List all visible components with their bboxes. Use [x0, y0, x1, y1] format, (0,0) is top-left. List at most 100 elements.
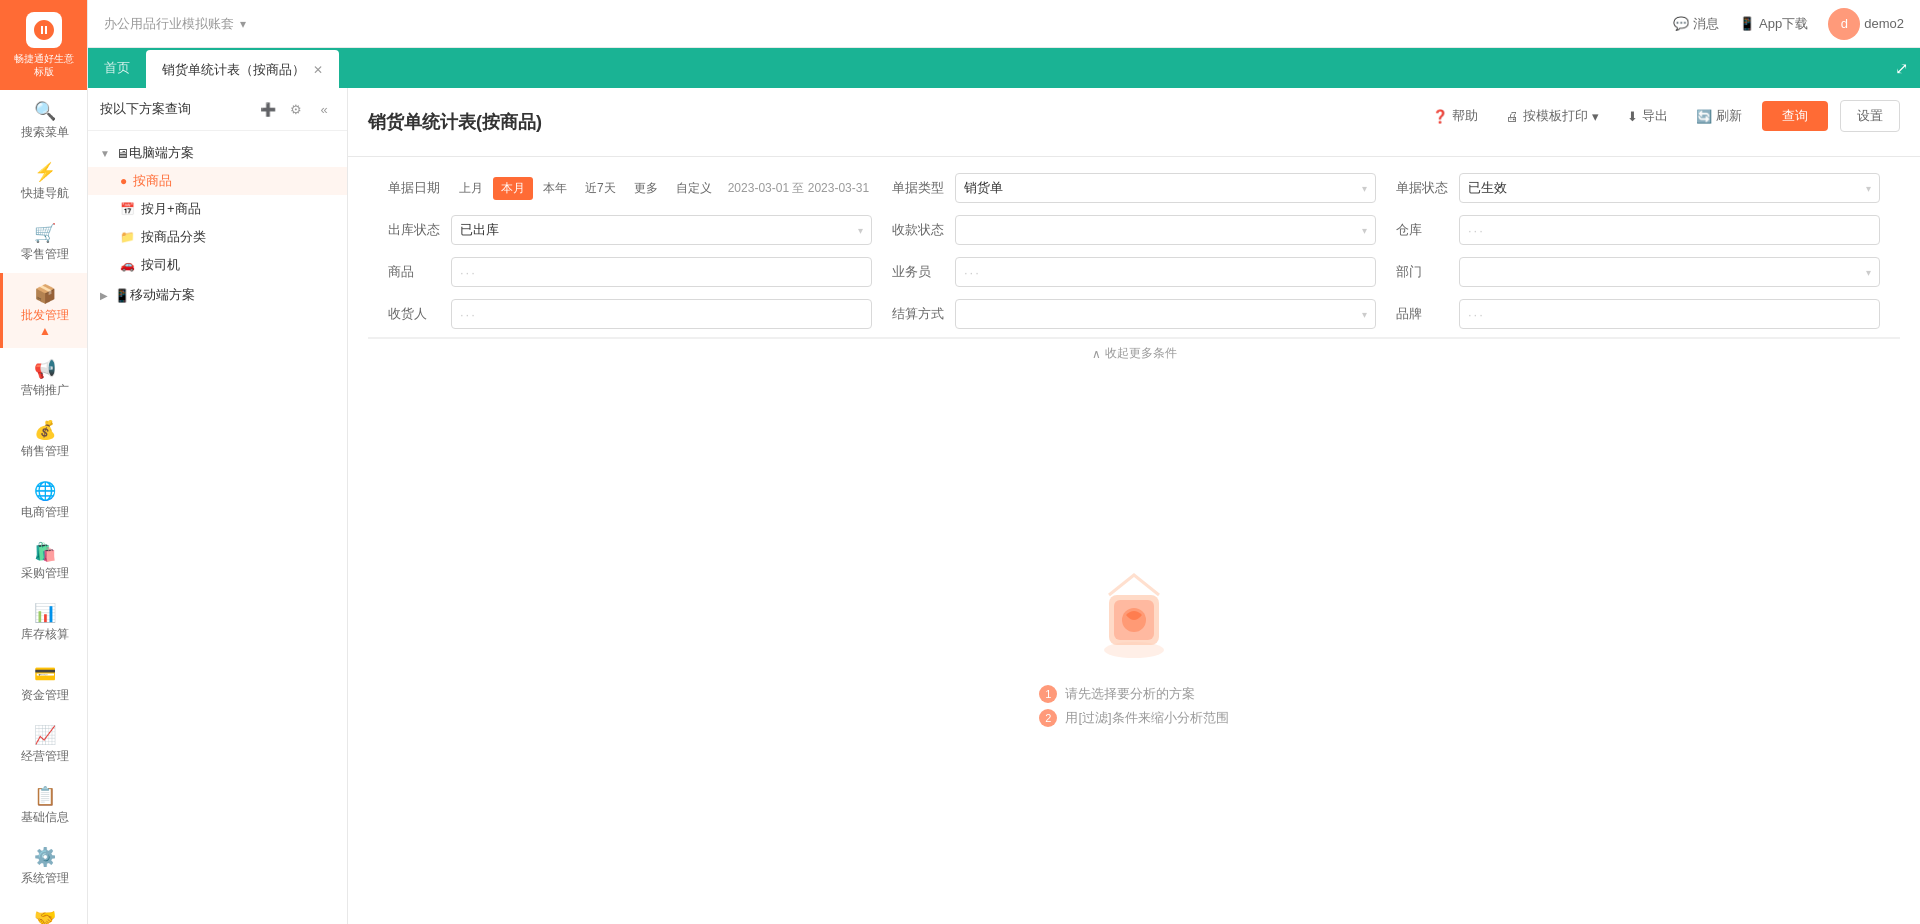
sidebar-item-sales[interactable]: 💰 销售管理: [0, 409, 87, 470]
receiptstatus-input[interactable]: ▾: [955, 215, 1376, 245]
query-button[interactable]: 查询: [1762, 101, 1828, 131]
date-tab-lastmonth[interactable]: 上月: [451, 177, 491, 200]
receiver-input[interactable]: ···: [451, 299, 872, 329]
sidebar-label-purchase: 采购管理: [21, 565, 69, 582]
sidebar-item-corp[interactable]: 🤝 企业协同: [0, 897, 87, 924]
tab-close-icon[interactable]: ✕: [313, 63, 323, 77]
outstatus-arrow-icon: ▾: [858, 225, 863, 236]
sidebar-item-quick[interactable]: ⚡ 快捷导航: [0, 151, 87, 212]
print-label: 按模板打印: [1523, 107, 1588, 125]
sidebar-item-marketing[interactable]: 📢 营销推广: [0, 348, 87, 409]
user-info[interactable]: d demo2: [1828, 8, 1904, 40]
collapse-panel-btn[interactable]: «: [313, 98, 335, 120]
wholesale-icon: 📦: [34, 283, 56, 305]
tree-expand-icon: ▼: [100, 148, 110, 159]
tree-group-mobile-header[interactable]: ▶ 📱 移动端方案: [88, 281, 347, 309]
print-btn[interactable]: 🖨 按模板打印 ▾: [1498, 103, 1607, 129]
logo-subtitle: 标版: [34, 65, 54, 78]
settings-icon: ⚙: [290, 102, 302, 117]
product-input[interactable]: ···: [451, 257, 872, 287]
settings-button[interactable]: 设置: [1840, 100, 1900, 132]
sidebar-item-wholesale[interactable]: 📦 批发管理 ▲: [0, 273, 87, 348]
sidebar-item-retail[interactable]: 🛒 零售管理: [0, 212, 87, 273]
tree-group-desktop-header[interactable]: ▼ 🖥 电脑端方案: [88, 139, 347, 167]
sidebar-item-ecom[interactable]: 🌐 电商管理: [0, 470, 87, 531]
salesperson-input[interactable]: ···: [955, 257, 1376, 287]
filter-row-salesperson: 业务员 ···: [892, 257, 1376, 287]
date-tab-thisyear[interactable]: 本年: [535, 177, 575, 200]
collapse-chevron-icon: ∧: [1092, 347, 1101, 361]
department-arrow-icon: ▾: [1866, 267, 1871, 278]
tree-group-mobile-label: 移动端方案: [130, 286, 195, 304]
brand-input[interactable]: ···: [1459, 299, 1880, 329]
quick-icon: ⚡: [34, 161, 56, 183]
salesperson-label: 业务员: [892, 263, 947, 281]
app-download-btn[interactable]: 📱 App下载: [1739, 15, 1808, 33]
sales-icon: 💰: [34, 419, 56, 441]
sidebar-item-basic[interactable]: 📋 基础信息: [0, 775, 87, 836]
message-label: 消息: [1693, 15, 1719, 33]
filter-row-receiptstatus: 收款状态 ▾: [892, 215, 1376, 245]
tree-item-by-month-label: 按月+商品: [141, 200, 201, 218]
help-btn[interactable]: ❓ 帮助: [1424, 103, 1486, 129]
filter-grid: 单据日期 上月 本月 本年 近7天 更多 自定义 2023-03-01 至 20…: [368, 157, 1900, 338]
doctype-input[interactable]: 销货单 ▾: [955, 173, 1376, 203]
outstatus-label: 出库状态: [388, 221, 443, 239]
message-btn[interactable]: 💬 消息: [1673, 15, 1719, 33]
outstatus-input[interactable]: 已出库 ▾: [451, 215, 872, 245]
date-tab-7days[interactable]: 近7天: [577, 177, 624, 200]
receiptstatus-arrow-icon: ▾: [1362, 225, 1367, 236]
tab-home[interactable]: 首页: [88, 48, 146, 88]
date-tab-more[interactable]: 更多: [626, 177, 666, 200]
logo-text: 畅捷通好生意: [14, 52, 74, 65]
date-tab-custom[interactable]: 自定义: [668, 177, 720, 200]
date-tab-thismonth[interactable]: 本月: [493, 177, 533, 200]
left-panel: 按以下方案查询 ➕ ⚙ « ▼ 🖥: [88, 88, 348, 924]
sidebar-item-ops[interactable]: 📈 经营管理: [0, 714, 87, 775]
docstatus-input[interactable]: 已生效 ▾: [1459, 173, 1880, 203]
refresh-btn[interactable]: 🔄 刷新: [1688, 103, 1750, 129]
app-download-label: App下载: [1759, 15, 1808, 33]
tree-item-by-month-product[interactable]: 📅 按月+商品: [88, 195, 347, 223]
brand-dots: ···: [1468, 307, 1485, 322]
product-dots: ···: [460, 265, 477, 280]
chevron-down-icon: ▾: [240, 17, 246, 31]
sidebar-item-system[interactable]: ⚙️ 系统管理: [0, 836, 87, 897]
sidebar: 畅捷通好生意 标版 🔍 搜索菜单 ⚡ 快捷导航 🛒 零售管理 📦 批发管理 ▲ …: [0, 0, 88, 924]
payment-input[interactable]: ▾: [955, 299, 1376, 329]
topbar-title: 办公用品行业模拟账套 ▾: [104, 15, 246, 33]
department-input[interactable]: ▾: [1459, 257, 1880, 287]
export-btn[interactable]: ⬇ 导出: [1619, 103, 1676, 129]
scheme-settings-btn[interactable]: ⚙: [285, 98, 307, 120]
warehouse-label: 仓库: [1396, 221, 1451, 239]
add-scheme-btn[interactable]: ➕: [257, 98, 279, 120]
sidebar-item-inventory[interactable]: 📊 库存核算: [0, 592, 87, 653]
sidebar-label-wholesale: 批发管理: [21, 307, 69, 324]
tree-item-by-category[interactable]: 📁 按商品分类: [88, 223, 347, 251]
tab-report[interactable]: 销货单统计表（按商品） ✕: [146, 50, 339, 90]
sidebar-item-search[interactable]: 🔍 搜索菜单: [0, 90, 87, 151]
warehouse-input[interactable]: ···: [1459, 215, 1880, 245]
tree-item-by-unit-label: 按司机: [141, 256, 180, 274]
sidebar-item-finance[interactable]: 💳 资金管理: [0, 653, 87, 714]
date-label: 单据日期: [388, 179, 443, 197]
tab-home-label: 首页: [104, 59, 130, 77]
sidebar-item-purchase[interactable]: 🛍️ 采购管理: [0, 531, 87, 592]
tree-item-by-unit[interactable]: 🚗 按司机: [88, 251, 347, 279]
tree-item-unit-icon: 🚗: [120, 258, 135, 272]
docstatus-label: 单据状态: [1396, 179, 1451, 197]
tabbar-expand-icon[interactable]: ⤢: [1883, 59, 1920, 78]
marketing-icon: 📢: [34, 358, 56, 380]
sidebar-label-search: 搜索菜单: [21, 124, 69, 141]
sidebar-label-quick: 快捷导航: [21, 185, 69, 202]
corp-icon: 🤝: [34, 907, 56, 924]
doctype-arrow-icon: ▾: [1362, 183, 1367, 194]
receiver-dots: ···: [460, 307, 477, 322]
tree-collapse-icon: ▶: [100, 290, 108, 301]
filter-row-docstatus: 单据状态 已生效 ▾: [1396, 173, 1880, 203]
docstatus-value: 已生效: [1468, 179, 1507, 197]
collapse-more-btn[interactable]: ∧ 收起更多条件: [368, 338, 1900, 368]
empty-tips: 1 请先选择要分析的方案 2 用[过滤]条件来缩小分析范围: [1039, 685, 1228, 727]
tree-item-by-product[interactable]: ● 按商品: [88, 167, 347, 195]
receiptstatus-label: 收款状态: [892, 221, 947, 239]
